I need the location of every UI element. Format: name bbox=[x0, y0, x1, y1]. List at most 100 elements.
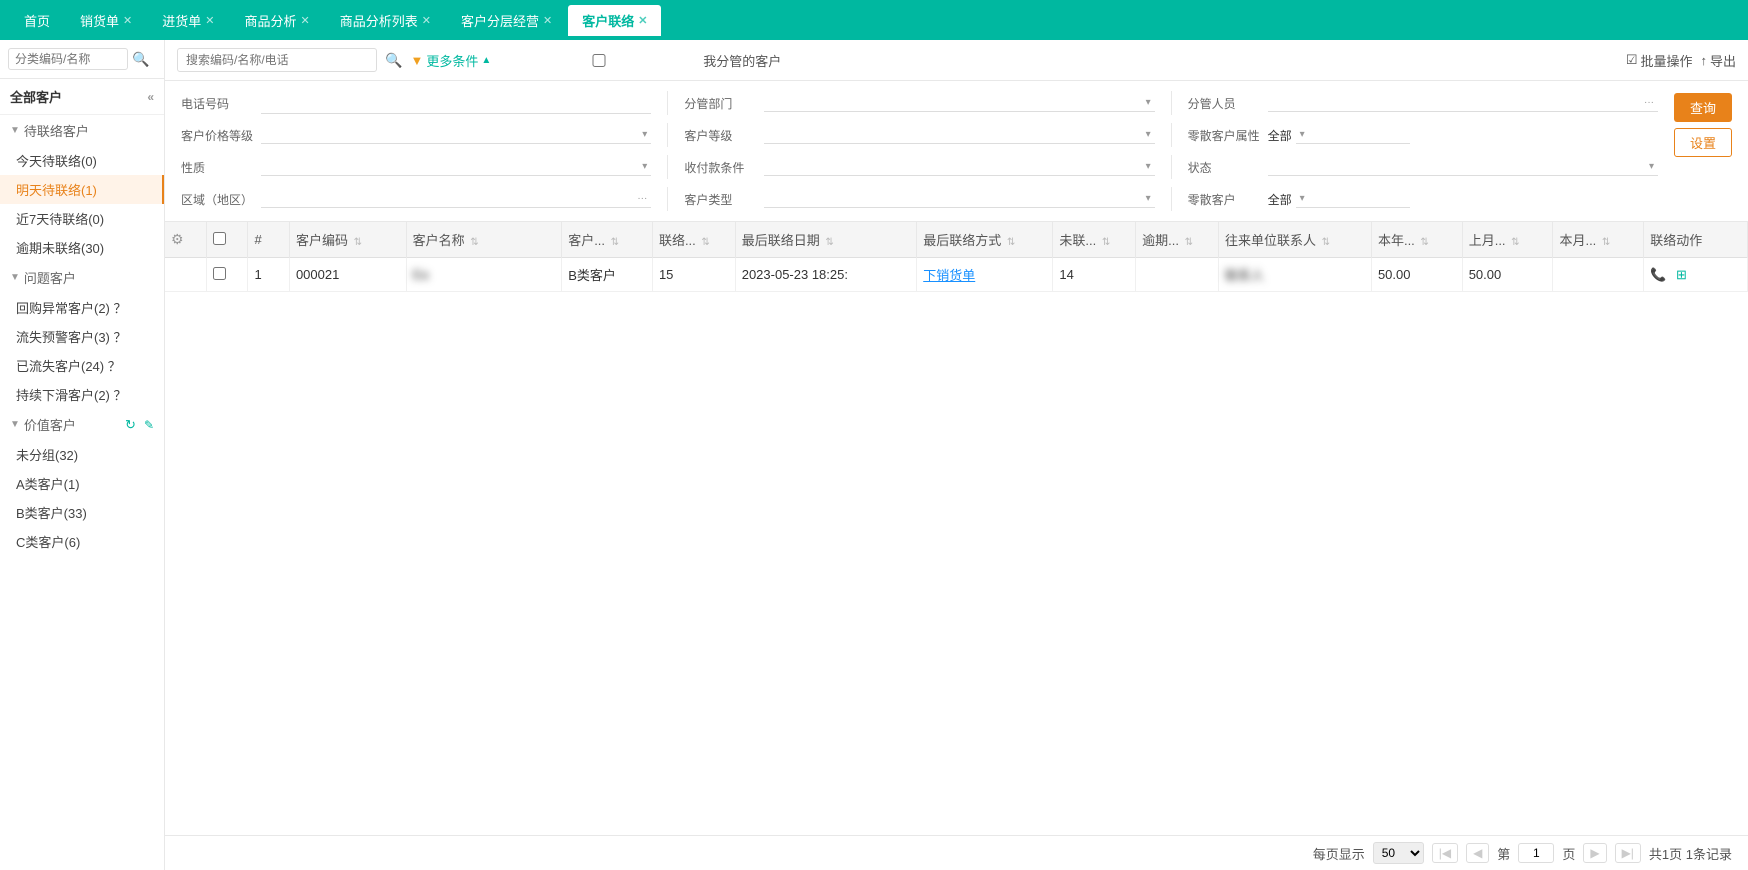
filter-payment-terms-select[interactable]: ▾ bbox=[764, 158, 1154, 176]
edit-icon[interactable]: ✎ bbox=[144, 418, 154, 432]
nav-close-purchase-order[interactable]: ✕ bbox=[205, 14, 214, 27]
sidebar-item-churn-warning[interactable]: 流失预警客户(3) ？ bbox=[0, 322, 164, 351]
first-page-btn[interactable]: |◀ bbox=[1432, 843, 1458, 863]
page-label: 第 bbox=[1497, 844, 1510, 863]
filter-dept-select[interactable]: ▾ bbox=[764, 94, 1154, 112]
sidebar-item-churned[interactable]: 已流失客户(24) ？ bbox=[0, 351, 164, 380]
nav-close-customer-tiering[interactable]: ✕ bbox=[543, 14, 552, 27]
sort-icon-name: ⇅ bbox=[470, 237, 478, 248]
sidebar-item-ungrouped[interactable]: 未分组(32) bbox=[0, 440, 164, 469]
nav-close-customer-contact[interactable]: ✕ bbox=[638, 14, 647, 27]
table-container: ⚙ # 客户编码 ⇅ 客户名称 ⇅ bbox=[165, 222, 1748, 835]
col-name: 客户名称 ⇅ bbox=[406, 222, 562, 258]
row-no-contact-cell: 14 bbox=[1053, 258, 1136, 292]
filter-person: 分管人员 ··· bbox=[1188, 94, 1658, 112]
sort-icon-type: ⇅ bbox=[611, 237, 619, 248]
nav-customer-tiering[interactable]: 客户分层经营 ✕ bbox=[447, 5, 566, 36]
nav-customer-contact[interactable]: 客户联络 ✕ bbox=[568, 5, 661, 36]
select-all-checkbox[interactable] bbox=[213, 232, 226, 245]
sidebar-item-tomorrow-contact[interactable]: 明天待联络(1) bbox=[0, 175, 164, 204]
nav-purchase-order[interactable]: 进货单 ✕ bbox=[148, 5, 228, 36]
my-customers-checkbox-area[interactable]: 我分管的客户 bbox=[499, 51, 781, 70]
more-conditions-btn[interactable]: ▼ 更多条件 ▲ bbox=[410, 51, 491, 70]
last-method-link[interactable]: 下销货单 bbox=[923, 268, 975, 283]
sidebar-item-class-c[interactable]: C类客户(6) bbox=[0, 527, 164, 556]
search-button-icon[interactable]: 🔍 bbox=[385, 52, 402, 69]
nav-product-analysis[interactable]: 商品分析 ✕ bbox=[230, 5, 323, 36]
nav-home[interactable]: 首页 bbox=[10, 5, 64, 36]
my-customers-checkbox[interactable] bbox=[499, 54, 699, 67]
filter-status-select[interactable]: ▾ bbox=[1268, 158, 1658, 176]
last-page-btn[interactable]: ▶| bbox=[1615, 843, 1641, 863]
batch-operation-btn[interactable]: ☑ 批量操作 bbox=[1626, 51, 1693, 70]
sidebar-item-today-contact[interactable]: 今天待联络(0) bbox=[0, 146, 164, 175]
col-contact: 联络... ⇅ bbox=[652, 222, 735, 258]
nav-close-product-analysis[interactable]: ✕ bbox=[301, 14, 310, 27]
filter-customer-level-select[interactable]: ▾ bbox=[764, 126, 1154, 144]
chevron-down-icon-2: ▾ bbox=[642, 129, 647, 140]
sidebar-item-class-a[interactable]: A类客户(1) bbox=[0, 469, 164, 498]
filter-retail-attr-select[interactable]: ▾ bbox=[1296, 126, 1410, 144]
filter-person-select[interactable]: ··· bbox=[1268, 94, 1658, 112]
per-page-select[interactable]: 50 20 100 bbox=[1373, 842, 1424, 864]
sidebar-item-repurchase-abnormal[interactable]: 回购异常客户(2) ？ bbox=[0, 293, 164, 322]
filter-region-select[interactable]: ··· bbox=[261, 190, 651, 208]
filter-customer-type: 客户类型 ▾ bbox=[684, 190, 1154, 208]
nav-sales-order[interactable]: 销货单 ✕ bbox=[66, 5, 146, 36]
search-bar: 🔍 ▼ 更多条件 ▲ 我分管的客户 ☑ 批量操作 ↑ 导出 bbox=[165, 40, 1748, 81]
filter-retail-attr-value: 全部 bbox=[1268, 127, 1292, 144]
filter-customer-type-select[interactable]: ▾ bbox=[764, 190, 1154, 208]
more-icon: ··· bbox=[1644, 97, 1654, 108]
row-checkbox[interactable] bbox=[213, 267, 226, 280]
next-page-btn[interactable]: ▶ bbox=[1583, 843, 1606, 863]
page-number-input[interactable] bbox=[1518, 843, 1554, 863]
row-name-cell: Ea bbox=[406, 258, 562, 292]
call-icon[interactable]: 📞 bbox=[1650, 267, 1666, 282]
divider-1 bbox=[667, 91, 668, 115]
filter-retail-customer-select[interactable]: ▾ bbox=[1296, 190, 1410, 208]
sidebar-search-input[interactable] bbox=[8, 48, 128, 70]
nav-product-analysis-list[interactable]: 商品分析列表 ✕ bbox=[326, 5, 445, 36]
sort-icon-no-contact: ⇅ bbox=[1102, 237, 1110, 248]
col-gear[interactable]: ⚙ bbox=[165, 222, 206, 258]
export-btn[interactable]: ↑ 导出 bbox=[1700, 51, 1736, 70]
sidebar-section-pending[interactable]: ▼ 待联络客户 bbox=[0, 115, 164, 146]
nav-close-product-analysis-list[interactable]: ✕ bbox=[422, 14, 431, 27]
filter-panel: 电话号码 分管部门 ▾ 分管人员 bbox=[165, 81, 1748, 222]
sidebar-section-value[interactable]: ▼ 价值客户 ↻ ✎ bbox=[0, 409, 164, 440]
row-last-month-cell: 50.00 bbox=[1462, 258, 1553, 292]
sidebar-item-class-b[interactable]: B类客户(33) bbox=[0, 498, 164, 527]
filter-nature-select[interactable]: ▾ bbox=[261, 158, 651, 176]
sidebar-section-problem[interactable]: ▼ 问题客户 bbox=[0, 262, 164, 293]
filter-price-level-select[interactable]: ▾ bbox=[261, 126, 651, 144]
prev-page-btn[interactable]: ◀ bbox=[1466, 843, 1489, 863]
nav-close-sales-order[interactable]: ✕ bbox=[123, 14, 132, 27]
chevron-down-icon-3: ▾ bbox=[1146, 129, 1151, 140]
sidebar-item-overdue-contact[interactable]: 逾期未联络(30) bbox=[0, 233, 164, 262]
sidebar-search-icon[interactable]: 🔍 bbox=[132, 51, 149, 68]
sidebar-all-customers[interactable]: 全部客户 « bbox=[0, 79, 164, 115]
sort-icon-last-month: ⇅ bbox=[1511, 237, 1519, 248]
divider-6 bbox=[1171, 155, 1172, 179]
query-button[interactable]: 查询 bbox=[1674, 93, 1732, 122]
col-checkbox bbox=[206, 222, 247, 258]
filter-dept: 分管部门 ▾ bbox=[684, 94, 1154, 112]
filter-price-level-label: 客户价格等级 bbox=[181, 127, 261, 144]
table-settings-gear-icon[interactable]: ⚙ bbox=[171, 231, 184, 247]
sidebar-item-7day-contact[interactable]: 近7天待联络(0) bbox=[0, 204, 164, 233]
sort-icon-last-method: ⇅ bbox=[1007, 237, 1015, 248]
settings-button[interactable]: 设置 bbox=[1674, 128, 1732, 157]
row-type-cell: B类客户 bbox=[562, 258, 653, 292]
page-unit-label: 页 bbox=[1562, 844, 1575, 863]
main-layout: 🔍 全部客户 « ▼ 待联络客户 今天待联络(0) 明天待联络(1) 近7天待联… bbox=[0, 40, 1748, 870]
refresh-icon[interactable]: ↻ bbox=[125, 417, 136, 433]
filter-retail-customer-value: 全部 bbox=[1268, 191, 1292, 208]
filter-retail-customer: 零散客户 全部 ▾ bbox=[1188, 190, 1658, 208]
search-input[interactable] bbox=[177, 48, 377, 72]
divider-7 bbox=[667, 187, 668, 211]
filter-retail-customer-label: 零散客户 bbox=[1188, 191, 1268, 208]
sidebar-item-declining[interactable]: 持续下滑客户(2) ？ bbox=[0, 380, 164, 409]
filter-phone-input[interactable] bbox=[261, 93, 651, 114]
filter-nature: 性质 ▾ bbox=[181, 158, 651, 176]
grid-icon[interactable]: ⊞ bbox=[1676, 267, 1687, 282]
